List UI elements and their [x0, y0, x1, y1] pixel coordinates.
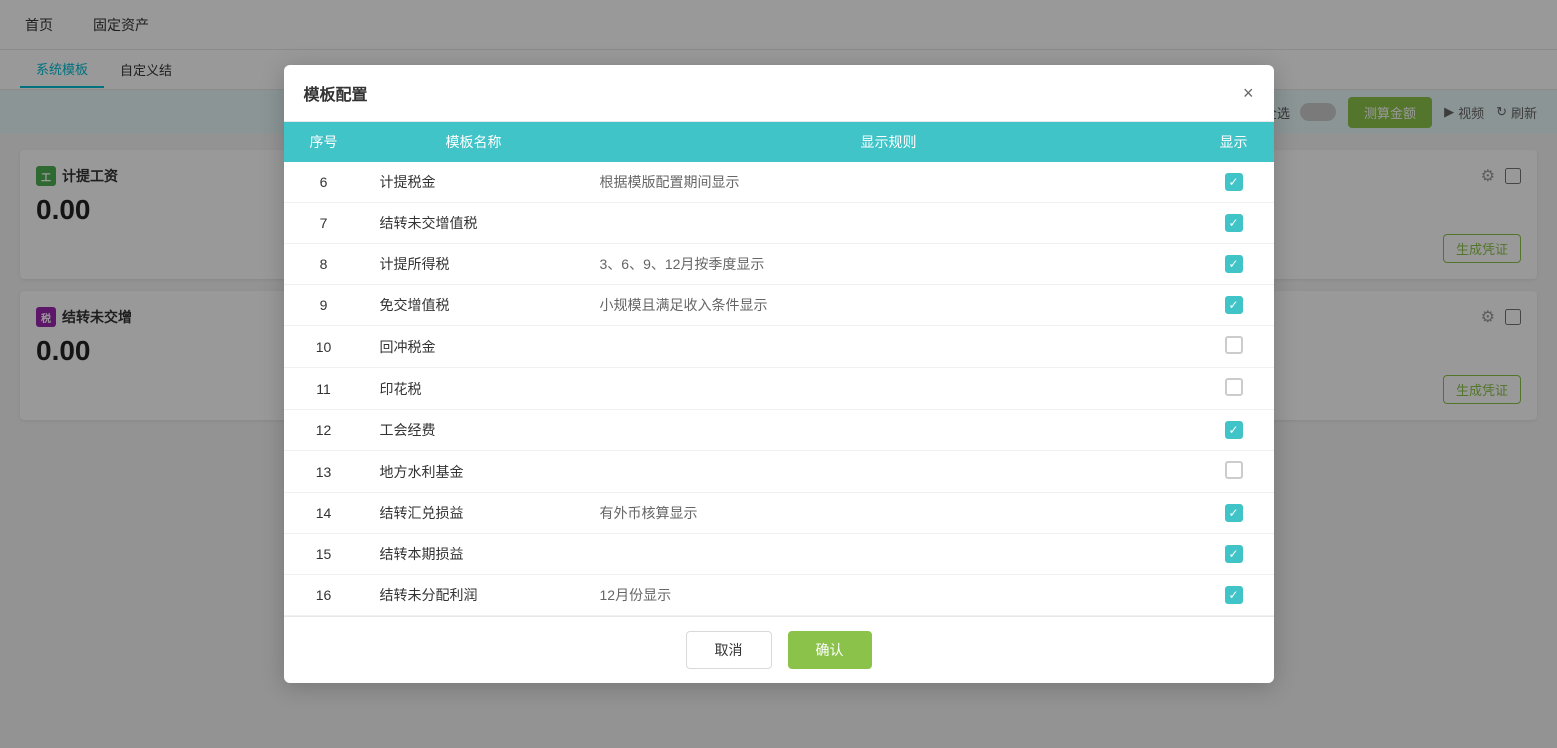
row-no: 13 — [284, 451, 364, 493]
modal-close-button[interactable]: × — [1243, 84, 1254, 102]
table-head: 序号 模板名称 显示规则 显示 — [284, 122, 1274, 162]
row-rule: 有外币核算显示 — [584, 493, 1194, 534]
row-rule: 3、6、9、12月按季度显示 — [584, 244, 1194, 285]
row-no: 7 — [284, 203, 364, 244]
row-rule — [584, 410, 1194, 451]
row-checkbox-cell: ✓ — [1194, 162, 1274, 203]
confirm-button[interactable]: 确认 — [788, 631, 872, 669]
col-header-name: 模板名称 — [364, 122, 584, 162]
row-name: 结转未分配利润 — [364, 575, 584, 616]
row-checkbox[interactable]: ✓ — [1225, 214, 1243, 232]
col-header-no: 序号 — [284, 122, 364, 162]
row-checkbox[interactable] — [1225, 378, 1243, 396]
row-name: 结转汇兑损益 — [364, 493, 584, 534]
row-rule — [584, 534, 1194, 575]
row-no: 12 — [284, 410, 364, 451]
table-row: 6计提税金根据模版配置期间显示 ✓ — [284, 162, 1274, 203]
row-rule — [584, 451, 1194, 493]
table-row: 14结转汇兑损益有外币核算显示 ✓ — [284, 493, 1274, 534]
modal-title: 模板配置 — [304, 81, 368, 105]
row-rule: 根据模版配置期间显示 — [584, 162, 1194, 203]
row-checkbox[interactable]: ✓ — [1225, 421, 1243, 439]
modal-footer: 取消 确认 — [284, 616, 1274, 683]
row-no: 9 — [284, 285, 364, 326]
row-checkbox[interactable]: ✓ — [1225, 296, 1243, 314]
col-header-display: 显示 — [1194, 122, 1274, 162]
table-row: 7结转未交增值税 ✓ — [284, 203, 1274, 244]
modal-body: 序号 模板名称 显示规则 显示 6计提税金根据模版配置期间显示✓7结转未交增值税… — [284, 122, 1274, 616]
template-table: 序号 模板名称 显示规则 显示 6计提税金根据模版配置期间显示✓7结转未交增值税… — [284, 122, 1274, 616]
table-row: 12工会经费 ✓ — [284, 410, 1274, 451]
row-checkbox-cell: ✓ — [1194, 244, 1274, 285]
row-rule: 12月份显示 — [584, 575, 1194, 616]
check-mark-icon: ✓ — [1228, 424, 1238, 436]
check-mark-icon: ✓ — [1228, 217, 1238, 229]
table-row: 16结转未分配利润12月份显示 ✓ — [284, 575, 1274, 616]
template-config-modal: 模板配置 × 序号 模板名称 显示规则 显示 6计提税金根据模版配置期间显示✓7… — [284, 65, 1274, 683]
row-name: 免交增值税 — [364, 285, 584, 326]
row-name: 回冲税金 — [364, 326, 584, 368]
table-row: 15结转本期损益 ✓ — [284, 534, 1274, 575]
row-no: 6 — [284, 162, 364, 203]
row-checkbox-cell: ✓ — [1194, 203, 1274, 244]
row-name: 地方水利基金 — [364, 451, 584, 493]
table-head-row: 序号 模板名称 显示规则 显示 — [284, 122, 1274, 162]
row-no: 14 — [284, 493, 364, 534]
table-body: 6计提税金根据模版配置期间显示✓7结转未交增值税✓8计提所得税3、6、9、12月… — [284, 162, 1274, 616]
row-no: 10 — [284, 326, 364, 368]
check-mark-icon: ✓ — [1228, 299, 1238, 311]
modal-header: 模板配置 × — [284, 65, 1274, 122]
table-row: 13地方水利基金 — [284, 451, 1274, 493]
row-no: 15 — [284, 534, 364, 575]
row-checkbox-cell: ✓ — [1194, 534, 1274, 575]
row-checkbox[interactable]: ✓ — [1225, 255, 1243, 273]
row-checkbox-cell — [1194, 451, 1274, 493]
table-row: 10回冲税金 — [284, 326, 1274, 368]
cancel-button[interactable]: 取消 — [686, 631, 772, 669]
row-name: 工会经费 — [364, 410, 584, 451]
row-checkbox-cell: ✓ — [1194, 285, 1274, 326]
row-no: 11 — [284, 368, 364, 410]
check-mark-icon: ✓ — [1228, 548, 1238, 560]
row-rule: 小规模且满足收入条件显示 — [584, 285, 1194, 326]
row-name: 结转未交增值税 — [364, 203, 584, 244]
modal-overlay: 模板配置 × 序号 模板名称 显示规则 显示 6计提税金根据模版配置期间显示✓7… — [0, 0, 1557, 748]
row-checkbox-cell — [1194, 368, 1274, 410]
check-mark-icon: ✓ — [1228, 589, 1238, 601]
check-mark-icon: ✓ — [1228, 176, 1238, 188]
table-row: 8计提所得税3、6、9、12月按季度显示 ✓ — [284, 244, 1274, 285]
row-checkbox[interactable] — [1225, 461, 1243, 479]
check-mark-icon: ✓ — [1228, 507, 1238, 519]
col-header-rule: 显示规则 — [584, 122, 1194, 162]
row-name: 计提税金 — [364, 162, 584, 203]
row-name: 结转本期损益 — [364, 534, 584, 575]
row-no: 16 — [284, 575, 364, 616]
row-checkbox[interactable]: ✓ — [1225, 504, 1243, 522]
row-checkbox[interactable]: ✓ — [1225, 545, 1243, 563]
row-checkbox-cell: ✓ — [1194, 410, 1274, 451]
table-row: 11印花税 — [284, 368, 1274, 410]
row-checkbox[interactable]: ✓ — [1225, 173, 1243, 191]
row-checkbox-cell — [1194, 326, 1274, 368]
row-checkbox[interactable] — [1225, 336, 1243, 354]
row-rule — [584, 326, 1194, 368]
row-checkbox-cell: ✓ — [1194, 575, 1274, 616]
table-row: 9免交增值税小规模且满足收入条件显示 ✓ — [284, 285, 1274, 326]
row-no: 8 — [284, 244, 364, 285]
row-rule — [584, 368, 1194, 410]
row-rule — [584, 203, 1194, 244]
row-checkbox-cell: ✓ — [1194, 493, 1274, 534]
row-name: 印花税 — [364, 368, 584, 410]
row-checkbox[interactable]: ✓ — [1225, 586, 1243, 604]
row-name: 计提所得税 — [364, 244, 584, 285]
check-mark-icon: ✓ — [1228, 258, 1238, 270]
